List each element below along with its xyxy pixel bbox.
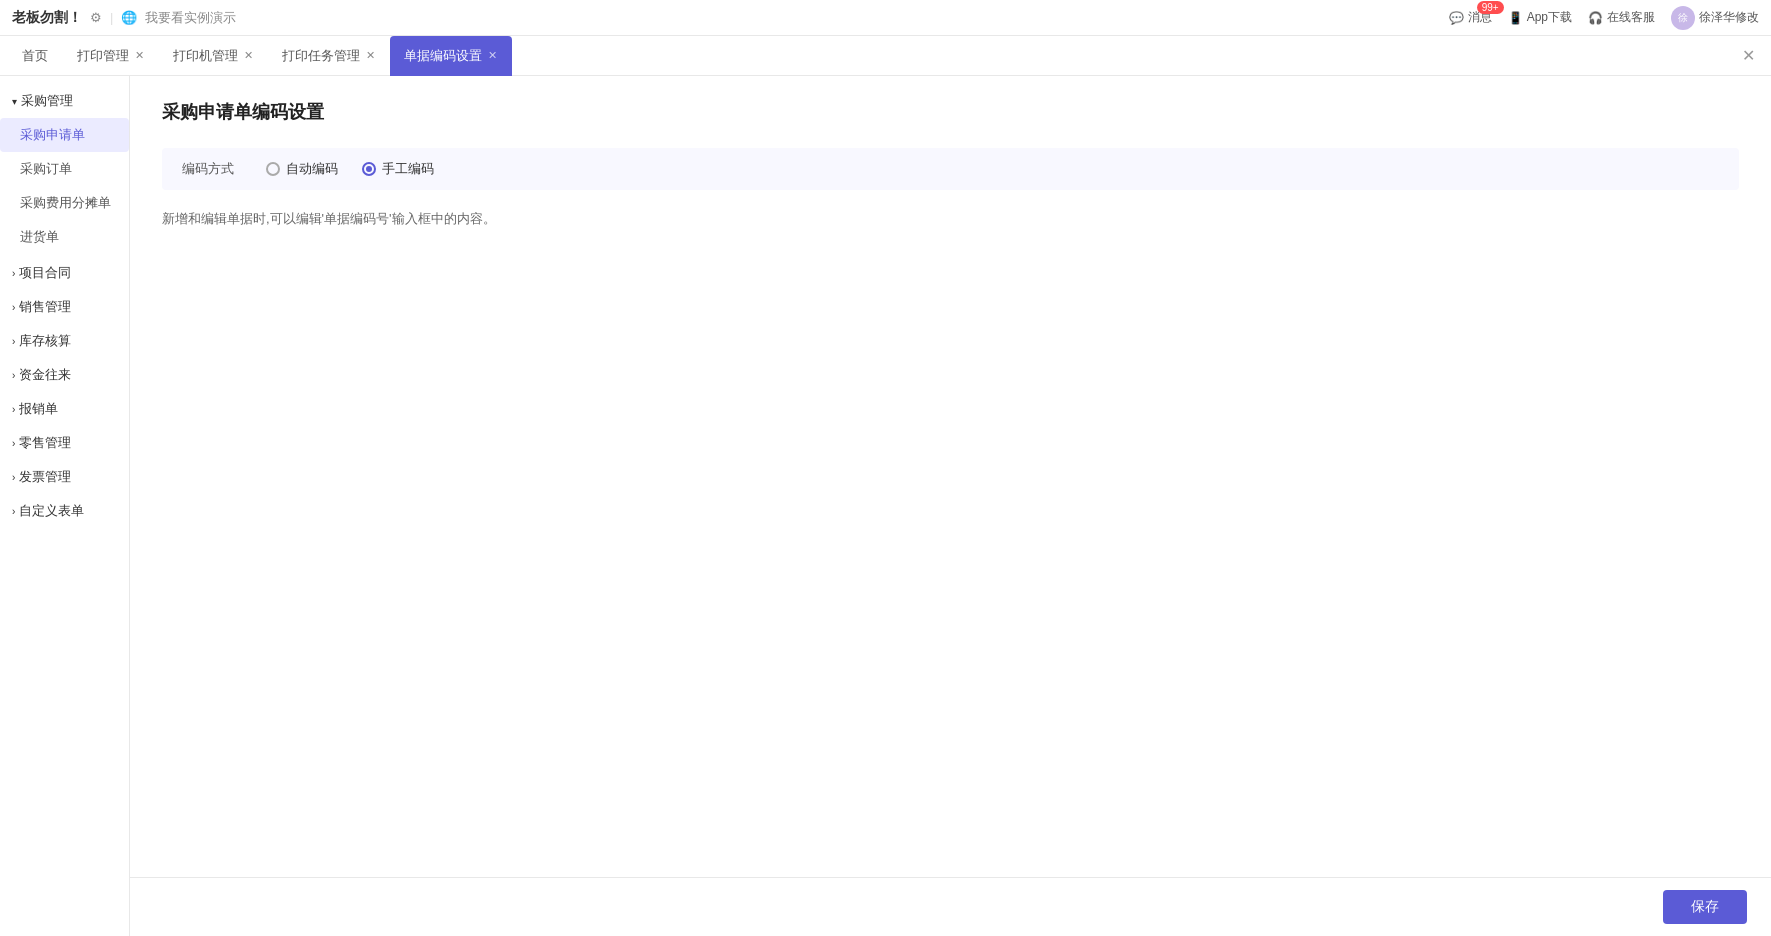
custom-forms-label: 自定义表单 bbox=[19, 502, 84, 520]
tab-printer-mgmt-label: 打印机管理 bbox=[173, 47, 238, 65]
auto-code-label: 自动编码 bbox=[286, 160, 338, 178]
logo-text: 老板勿割！ bbox=[12, 9, 82, 27]
top-bar-left: 老板勿割！ ⚙ | 🌐 我要看实例演示 bbox=[12, 9, 236, 27]
service-icon: 🎧 bbox=[1588, 11, 1603, 25]
tab-single-code-label: 单据编码设置 bbox=[404, 47, 482, 65]
sidebar-group-funds[interactable]: › 资金往来 bbox=[0, 358, 129, 392]
radio-group: 自动编码 手工编码 bbox=[266, 160, 434, 178]
purchase-order-label: 采购订单 bbox=[20, 161, 72, 176]
tab-printer-mgmt-close[interactable]: ✕ bbox=[244, 49, 253, 62]
message-icon: 💬 bbox=[1449, 11, 1464, 25]
hint-text: 新增和编辑单据时,可以编辑'单据编码号'输入框中的内容。 bbox=[162, 210, 1739, 228]
coding-label: 编码方式 bbox=[182, 160, 234, 178]
app-download-button[interactable]: 📱 App下载 bbox=[1508, 9, 1572, 26]
demo-link[interactable]: 我要看实例演示 bbox=[145, 9, 236, 27]
manual-code-label: 手工编码 bbox=[382, 160, 434, 178]
retail-mgmt-label: 零售管理 bbox=[19, 434, 71, 452]
bottom-bar: 保存 bbox=[130, 877, 1771, 936]
inbound-label: 进货单 bbox=[20, 229, 59, 244]
online-service-button[interactable]: 🎧 在线客服 bbox=[1588, 9, 1655, 26]
retail-mgmt-arrow: › bbox=[12, 438, 15, 449]
radio-manual-code[interactable]: 手工编码 bbox=[362, 160, 434, 178]
sidebar-group-retail-mgmt[interactable]: › 零售管理 bbox=[0, 426, 129, 460]
purchase-expense-label: 采购费用分摊单 bbox=[20, 195, 111, 210]
tab-bar: 首页 打印管理 ✕ 打印机管理 ✕ 打印任务管理 ✕ 单据编码设置 ✕ ✕ bbox=[0, 36, 1771, 76]
sales-mgmt-arrow: › bbox=[12, 302, 15, 313]
invoice-mgmt-arrow: › bbox=[12, 472, 15, 483]
settings-icon[interactable]: ⚙ bbox=[90, 10, 102, 25]
user-menu[interactable]: 徐 徐泽华修改 bbox=[1671, 6, 1759, 30]
procurement-label: 采购管理 bbox=[21, 92, 73, 110]
radio-manual-circle bbox=[362, 162, 376, 176]
funds-arrow: › bbox=[12, 370, 15, 381]
tab-bar-close-all[interactable]: ✕ bbox=[1734, 46, 1763, 65]
tab-print-task-close[interactable]: ✕ bbox=[366, 49, 375, 62]
sidebar-group-procurement: ▾ 采购管理 采购申请单 采购订单 采购费用分摊单 进货单 bbox=[0, 84, 129, 254]
sidebar-item-purchase-request[interactable]: 采购申请单 bbox=[0, 118, 129, 152]
sidebar-item-purchase-order[interactable]: 采购订单 bbox=[0, 152, 129, 186]
purchase-request-label: 采购申请单 bbox=[20, 127, 85, 142]
inventory-label: 库存核算 bbox=[19, 332, 71, 350]
tab-single-code-close[interactable]: ✕ bbox=[488, 49, 497, 62]
sidebar-group-custom-forms[interactable]: › 自定义表单 bbox=[0, 494, 129, 528]
custom-forms-arrow: › bbox=[12, 506, 15, 517]
tab-print-mgmt-close[interactable]: ✕ bbox=[135, 49, 144, 62]
message-badge: 99+ bbox=[1477, 1, 1504, 14]
sidebar-group-sales-mgmt[interactable]: › 销售管理 bbox=[0, 290, 129, 324]
page-title: 采购申请单编码设置 bbox=[162, 100, 1739, 124]
funds-label: 资金往来 bbox=[19, 366, 71, 384]
inventory-arrow: › bbox=[12, 336, 15, 347]
sales-mgmt-label: 销售管理 bbox=[19, 298, 71, 316]
top-bar: 老板勿割！ ⚙ | 🌐 我要看实例演示 💬 消息 99+ 📱 App下载 🎧 在… bbox=[0, 0, 1771, 36]
project-contract-arrow: › bbox=[12, 268, 15, 279]
returns-label: 报销单 bbox=[19, 400, 58, 418]
tab-print-mgmt[interactable]: 打印管理 ✕ bbox=[63, 36, 159, 76]
sidebar: ▾ 采购管理 采购申请单 采购订单 采购费用分摊单 进货单 › 项目合同 › 销… bbox=[0, 76, 130, 936]
sidebar-group-inventory[interactable]: › 库存核算 bbox=[0, 324, 129, 358]
tab-home-label: 首页 bbox=[22, 47, 48, 65]
content-area: 采购申请单编码设置 编码方式 自动编码 手工编码 bbox=[130, 76, 1771, 936]
procurement-arrow: ▾ bbox=[12, 96, 17, 107]
tab-home[interactable]: 首页 bbox=[8, 36, 63, 76]
user-name: 徐泽华修改 bbox=[1699, 9, 1759, 26]
tab-single-code[interactable]: 单据编码设置 ✕ bbox=[390, 36, 512, 76]
top-bar-right: 💬 消息 99+ 📱 App下载 🎧 在线客服 徐 徐泽华修改 bbox=[1449, 6, 1759, 30]
sidebar-item-inbound[interactable]: 进货单 bbox=[0, 220, 129, 254]
content-inner: 采购申请单编码设置 编码方式 自动编码 手工编码 bbox=[130, 76, 1771, 877]
message-button[interactable]: 💬 消息 99+ bbox=[1449, 9, 1492, 26]
save-button[interactable]: 保存 bbox=[1663, 890, 1747, 924]
radio-auto-circle bbox=[266, 162, 280, 176]
sidebar-item-purchase-expense[interactable]: 采购费用分摊单 bbox=[0, 186, 129, 220]
avatar: 徐 bbox=[1671, 6, 1695, 30]
returns-arrow: › bbox=[12, 404, 15, 415]
tab-print-task-label: 打印任务管理 bbox=[282, 47, 360, 65]
tab-print-mgmt-label: 打印管理 bbox=[77, 47, 129, 65]
tab-printer-mgmt[interactable]: 打印机管理 ✕ bbox=[159, 36, 268, 76]
tab-print-task[interactable]: 打印任务管理 ✕ bbox=[268, 36, 390, 76]
sidebar-group-returns[interactable]: › 报销单 bbox=[0, 392, 129, 426]
online-service-label: 在线客服 bbox=[1607, 9, 1655, 26]
coding-row: 编码方式 自动编码 手工编码 bbox=[162, 148, 1739, 190]
radio-auto-code[interactable]: 自动编码 bbox=[266, 160, 338, 178]
app-download-label: App下载 bbox=[1527, 9, 1572, 26]
globe-icon: 🌐 bbox=[121, 10, 137, 25]
sidebar-group-invoice-mgmt[interactable]: › 发票管理 bbox=[0, 460, 129, 494]
main-layout: ▾ 采购管理 采购申请单 采购订单 采购费用分摊单 进货单 › 项目合同 › 销… bbox=[0, 76, 1771, 936]
invoice-mgmt-label: 发票管理 bbox=[19, 468, 71, 486]
sidebar-group-procurement-header[interactable]: ▾ 采购管理 bbox=[0, 84, 129, 118]
app-icon: 📱 bbox=[1508, 11, 1523, 25]
sidebar-group-project-contract[interactable]: › 项目合同 bbox=[0, 256, 129, 290]
divider: | bbox=[110, 10, 113, 25]
project-contract-label: 项目合同 bbox=[19, 264, 71, 282]
